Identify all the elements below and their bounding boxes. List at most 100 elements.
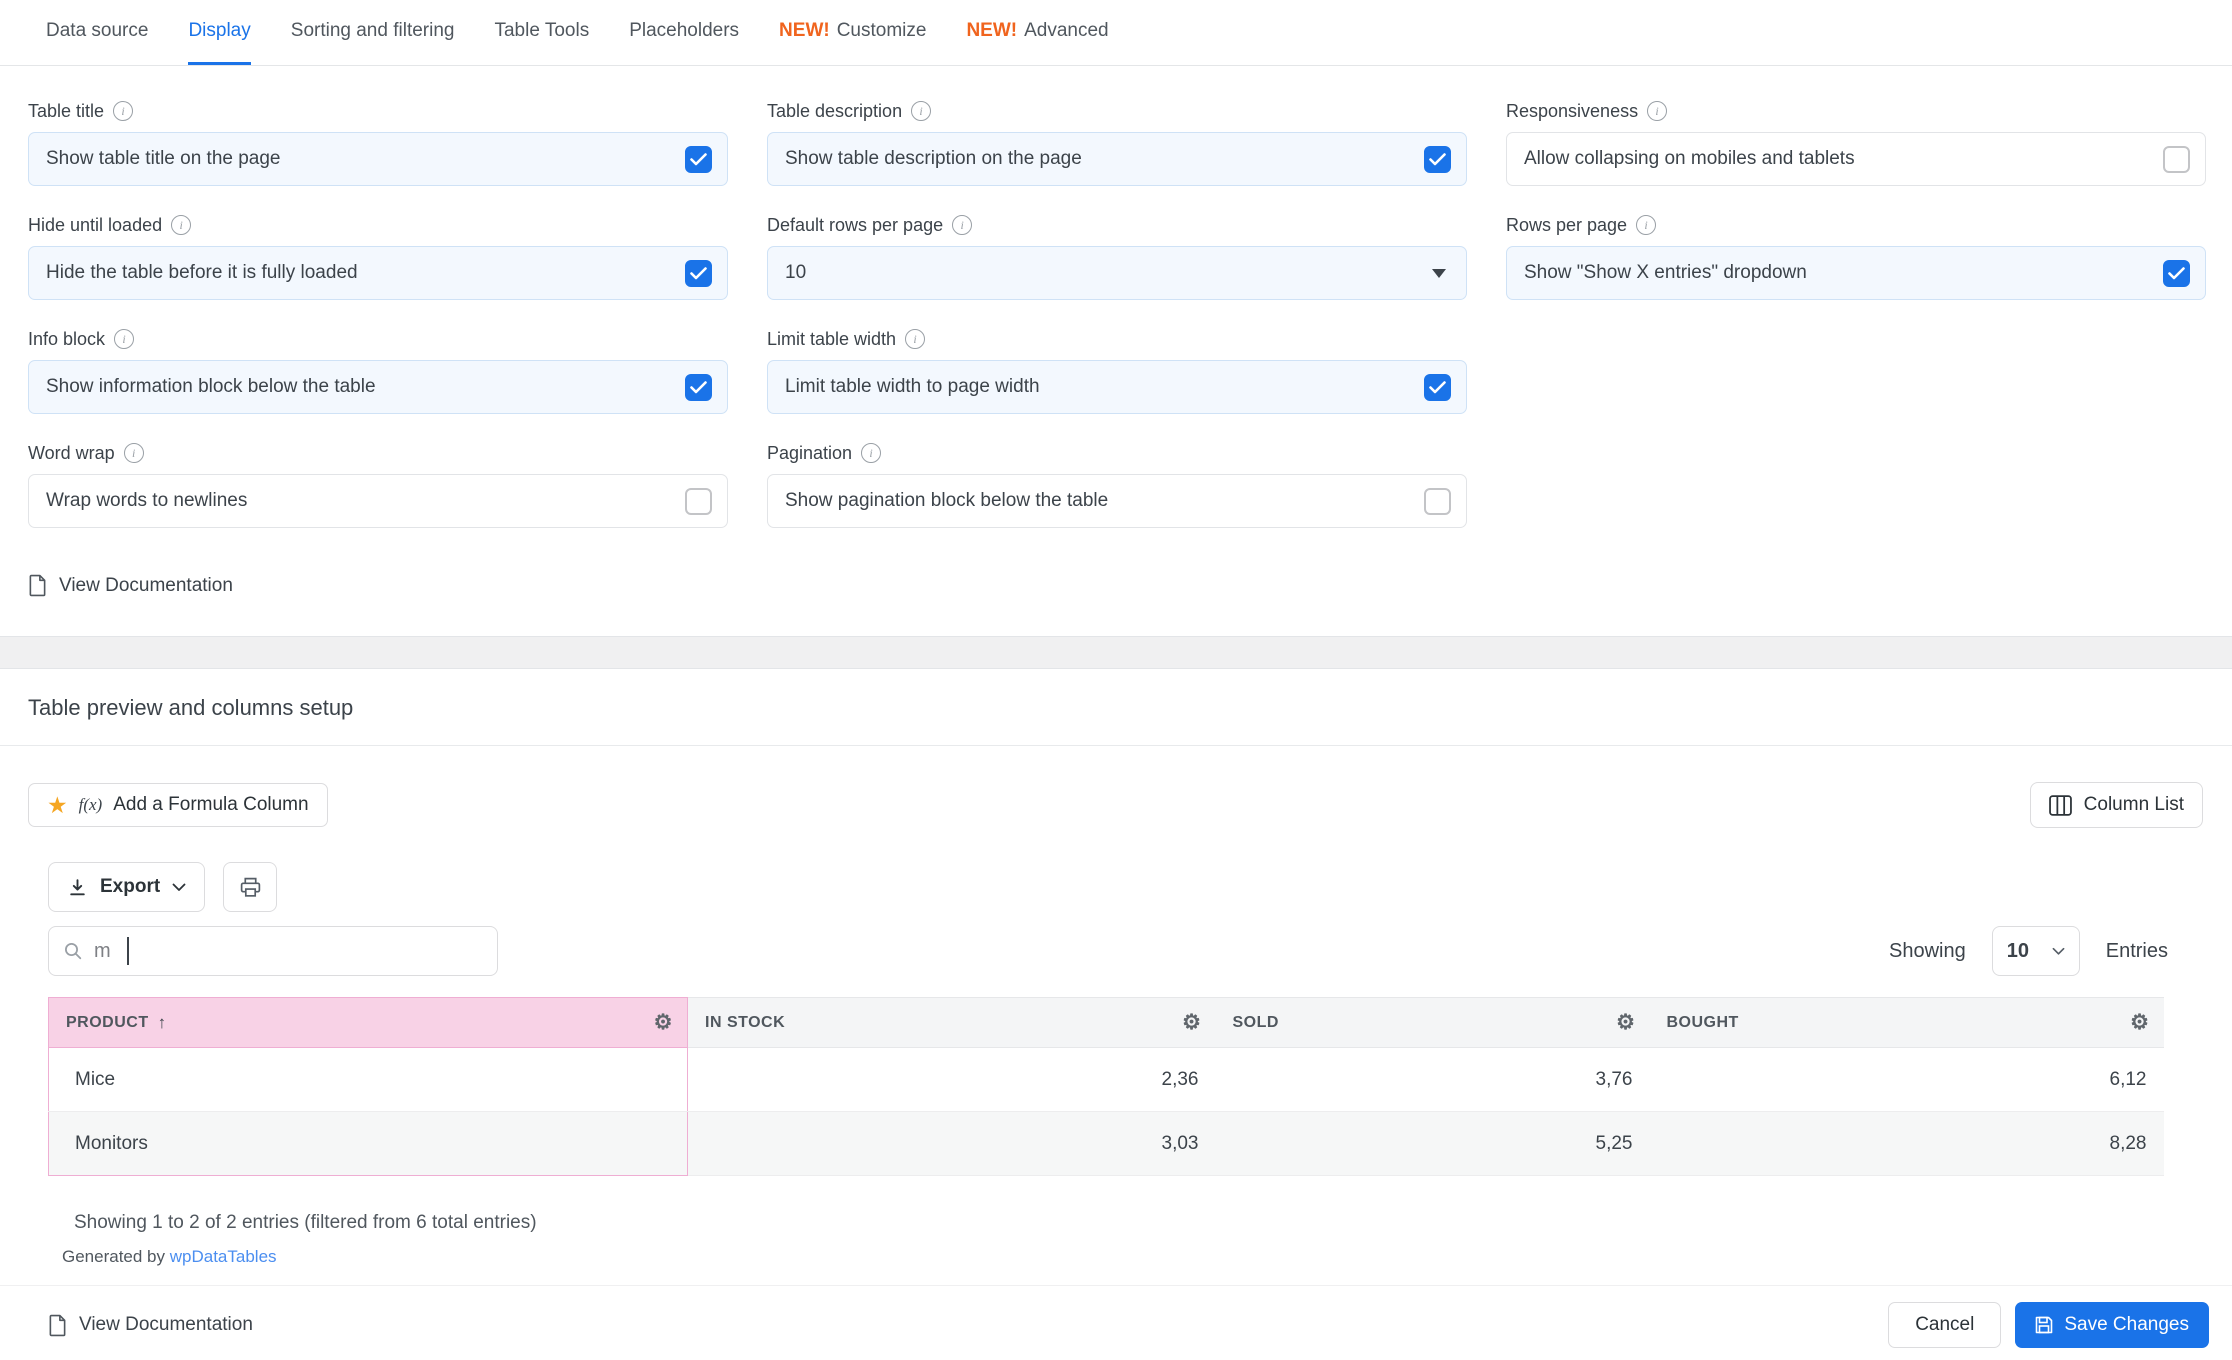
info-icon[interactable]: i [861, 443, 882, 463]
new-badge: NEW! [779, 20, 830, 41]
search-input[interactable] [94, 939, 116, 963]
showing-label: Showing [1889, 939, 1966, 962]
printer-icon [239, 877, 262, 898]
field-label: Default rows per page i [767, 214, 1467, 236]
table-search-box[interactable] [48, 926, 498, 976]
table-row: Monitors 3,03 5,25 8,28 [48, 1111, 2164, 1176]
checkbox[interactable] [685, 259, 712, 287]
default-rows-per-page-select[interactable]: 10 [767, 246, 1467, 300]
info-icon[interactable]: i [1647, 101, 1668, 121]
formula-fx-icon: f(x) [78, 795, 103, 814]
table-header-row: PRODUCT ↑ ⚙ IN STOCK ⚙ SOLD ⚙ BOUGHT ⚙ [48, 997, 2164, 1048]
save-icon [2035, 1316, 2053, 1334]
field-limit-table-width: Limit table width i Limit table width to… [767, 328, 1467, 414]
column-settings-gear-icon[interactable]: ⚙ [654, 1012, 673, 1033]
column-list-button[interactable]: Column List [2029, 782, 2203, 828]
field-word-wrap: Word wrap i Wrap words to newlines [28, 442, 728, 528]
column-header-in-stock[interactable]: IN STOCK ⚙ [687, 997, 1216, 1048]
settings-tabs: Data source Display Sorting and filterin… [0, 0, 2232, 66]
export-toolbar: Export [0, 828, 2232, 912]
column-settings-gear-icon[interactable]: ⚙ [2130, 1012, 2149, 1033]
hide-until-loaded-toggle[interactable]: Hide the table before it is fully loaded [28, 246, 728, 300]
cell-bought: 6,12 [1649, 1047, 2164, 1112]
column-list-icon [2048, 794, 2072, 816]
table-info-text: Showing 1 to 2 of 2 entries (filtered fr… [74, 1212, 537, 1233]
tab-advanced[interactable]: NEW! Advanced [966, 0, 1108, 65]
column-header-product[interactable]: PRODUCT ↑ ⚙ [48, 997, 688, 1048]
preview-toolbar: ★ f(x) Add a Formula Column Column List [0, 746, 2232, 828]
column-header-sold[interactable]: SOLD ⚙ [1215, 997, 1650, 1048]
tab-customize[interactable]: NEW! Customize [779, 0, 926, 65]
add-formula-column-button[interactable]: ★ f(x) Add a Formula Column [28, 783, 328, 827]
checkbox[interactable] [2163, 259, 2190, 287]
checkbox[interactable] [685, 373, 712, 401]
tab-display[interactable]: Display [188, 0, 251, 65]
info-icon[interactable]: i [1636, 215, 1657, 235]
checkbox[interactable] [1424, 373, 1451, 401]
star-icon: ★ [47, 791, 68, 818]
cancel-button[interactable]: Cancel [1888, 1302, 2002, 1348]
field-label: Hide until loaded i [28, 214, 728, 236]
word-wrap-toggle[interactable]: Wrap words to newlines [28, 474, 728, 528]
grid-spacer [1506, 328, 2206, 414]
new-badge: NEW! [966, 20, 1018, 41]
cell-product: Monitors [48, 1111, 688, 1176]
view-documentation-link[interactable]: View Documentation [48, 1314, 253, 1337]
export-button[interactable]: Export [48, 862, 206, 912]
search-row: Showing 10 Entries [0, 912, 2232, 976]
table-row: Mice 2,36 3,76 6,12 [48, 1047, 2164, 1112]
tab-data-source[interactable]: Data source [46, 0, 148, 65]
entries-control: Showing 10 Entries [1889, 926, 2168, 976]
column-settings-gear-icon[interactable]: ⚙ [1616, 1012, 1635, 1033]
sort-ascending-icon: ↑ [157, 1012, 167, 1032]
info-icon[interactable]: i [113, 101, 134, 121]
field-label: Table title i [28, 100, 728, 122]
page-footer: View Documentation Cancel Save Changes [0, 1285, 2232, 1360]
info-icon[interactable]: i [114, 329, 135, 349]
rows-per-page-toggle[interactable]: Show "Show X entries" dropdown [1506, 246, 2206, 300]
view-documentation-link[interactable]: View Documentation [28, 574, 233, 597]
limit-table-width-toggle[interactable]: Limit table width to page width [767, 360, 1467, 414]
info-icon[interactable]: i [911, 101, 932, 121]
checkbox[interactable] [1424, 487, 1451, 515]
info-icon[interactable]: i [905, 329, 926, 349]
field-pagination: Pagination i Show pagination block below… [767, 442, 1467, 528]
section-divider [0, 636, 2232, 669]
wpdatatables-link[interactable]: wpDataTables [170, 1247, 277, 1266]
display-settings-panel: Table title i Show table title on the pa… [0, 66, 2232, 636]
checkbox[interactable] [2163, 145, 2190, 173]
info-icon[interactable]: i [171, 215, 192, 235]
page-size-select[interactable]: 10 [1991, 926, 2080, 976]
preview-table: PRODUCT ↑ ⚙ IN STOCK ⚙ SOLD ⚙ BOUGHT ⚙ M… [48, 997, 2164, 1176]
footer-buttons: Cancel Save Changes [1888, 1302, 2209, 1348]
settings-grid: Table title i Show table title on the pa… [28, 100, 2232, 528]
info-icon[interactable]: i [123, 443, 144, 463]
document-icon [28, 574, 47, 597]
table-description-toggle[interactable]: Show table description on the page [767, 132, 1467, 186]
info-icon[interactable]: i [952, 215, 973, 235]
print-button[interactable] [223, 862, 278, 912]
field-table-title: Table title i Show table title on the pa… [28, 100, 728, 186]
page-title: Table preview and columns setup [0, 669, 2232, 746]
info-block-toggle[interactable]: Show information block below the table [28, 360, 728, 414]
responsiveness-toggle[interactable]: Allow collapsing on mobiles and tablets [1506, 132, 2206, 186]
column-settings-gear-icon[interactable]: ⚙ [1182, 1012, 1201, 1033]
chevron-down-icon [172, 883, 186, 892]
column-header-bought[interactable]: BOUGHT ⚙ [1649, 997, 2164, 1048]
checkbox[interactable] [685, 145, 712, 173]
table-title-toggle[interactable]: Show table title on the page [28, 132, 728, 186]
tab-table-tools[interactable]: Table Tools [494, 0, 589, 65]
field-label: Rows per page i [1506, 214, 2206, 236]
cell-product: Mice [48, 1047, 688, 1112]
field-default-rows-per-page: Default rows per page i 10 [767, 214, 1467, 300]
pagination-toggle[interactable]: Show pagination block below the table [767, 474, 1467, 528]
tab-sorting-and-filtering[interactable]: Sorting and filtering [291, 0, 455, 65]
tab-placeholders[interactable]: Placeholders [629, 0, 739, 65]
checkbox[interactable] [1424, 145, 1451, 173]
save-changes-button[interactable]: Save Changes [2015, 1302, 2209, 1348]
tab-label: Advanced [1024, 20, 1109, 41]
field-info-block: Info block i Show information block belo… [28, 328, 728, 414]
checkbox[interactable] [685, 487, 712, 515]
cell-sold: 5,25 [1215, 1111, 1650, 1176]
table-preview-panel: Table preview and columns setup ★ f(x) A… [0, 669, 2232, 1360]
